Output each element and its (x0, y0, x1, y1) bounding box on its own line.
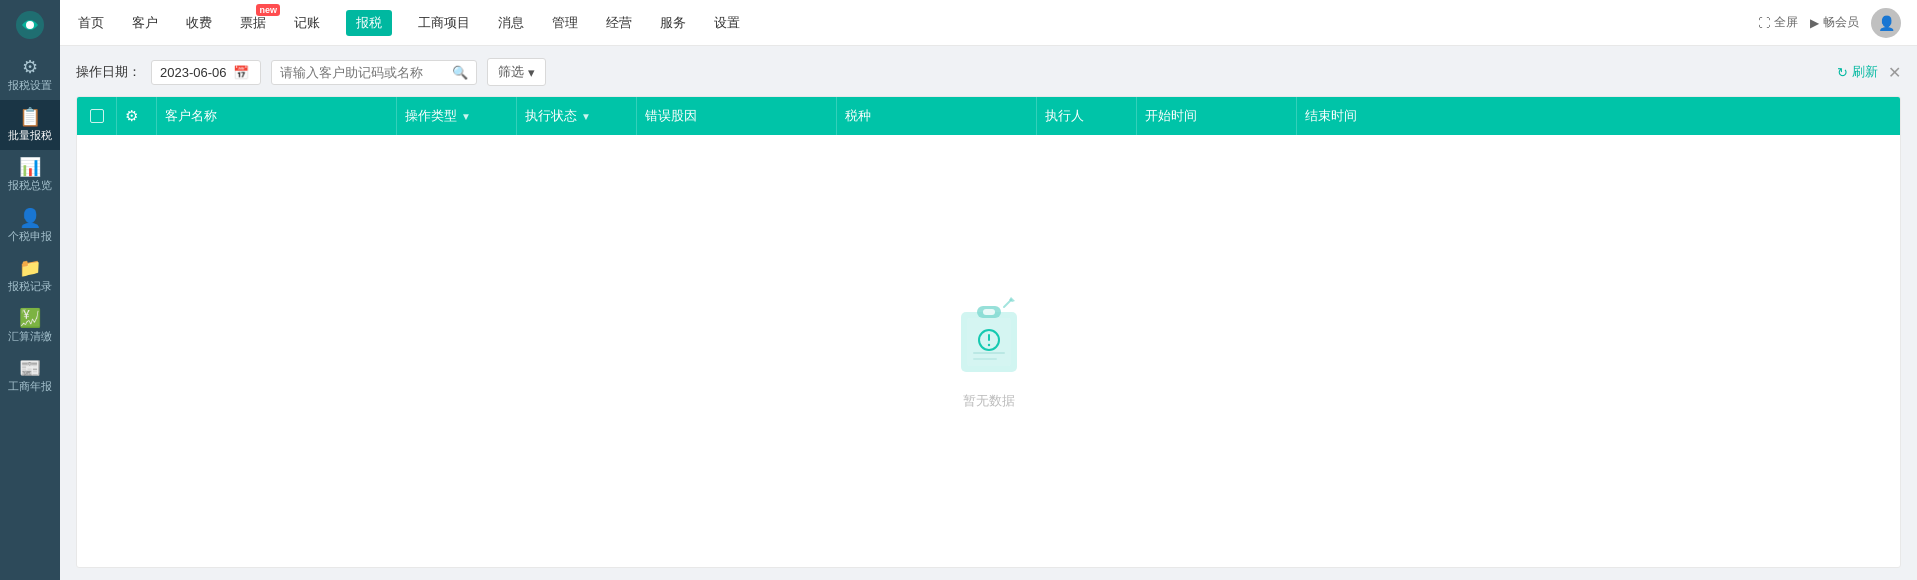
toolbar-right: ↻ 刷新 ✕ (1837, 63, 1901, 82)
gear-icon[interactable]: ⚙ (125, 107, 138, 125)
refresh-button[interactable]: ↻ 刷新 (1837, 63, 1878, 81)
table-header: ⚙ 客户名称 操作类型 ▼ 执行状态 ▼ 错误股因 (77, 97, 1900, 135)
annual-report-icon: 📰 (19, 359, 41, 377)
sidebar-item-label: 报税总览 (8, 179, 52, 192)
sidebar: ⚙ 报税设置 📋 批量报税 📊 报税总览 👤 个税申报 📁 报税记录 💹 汇算清… (0, 0, 60, 580)
col-error-reason: 错误股因 (637, 97, 837, 135)
nav-business[interactable]: 工商项目 (416, 10, 472, 36)
personal-tax-icon: 👤 (19, 209, 41, 227)
fullscreen-btn[interactable]: ⛶ 全屏 (1758, 14, 1798, 31)
topnav-left: 首页 客户 收费 票据 new 记账 报税 工商项目 消息 管理 经营 服务 设… (76, 10, 742, 36)
sidebar-item-tax-records[interactable]: 📁 报税记录 (0, 251, 60, 301)
calendar-icon: 📅 (233, 65, 249, 80)
empty-state: 暂无数据 (949, 292, 1029, 410)
sidebar-item-label: 报税设置 (8, 79, 52, 92)
close-button[interactable]: ✕ (1888, 63, 1901, 82)
settlement-icon: 💹 (19, 309, 41, 327)
sidebar-item-personal-tax[interactable]: 👤 个税申报 (0, 201, 60, 251)
col-start-time: 开始时间 (1137, 97, 1297, 135)
nav-client[interactable]: 客户 (130, 10, 160, 36)
nav-invoice[interactable]: 票据 new (238, 10, 268, 36)
topnav-right: ⛶ 全屏 ▶ 畅会员 👤 (1758, 8, 1901, 38)
date-value: 2023-06-06 (160, 65, 227, 80)
chevron-down-icon: ▾ (528, 65, 535, 80)
sort-icon: ▼ (581, 111, 591, 122)
header-checkbox[interactable] (90, 109, 104, 123)
search-input[interactable] (280, 65, 448, 80)
avatar-icon: 👤 (1878, 15, 1895, 31)
table-body: 暂无数据 (77, 135, 1900, 567)
svg-rect-5 (983, 309, 995, 315)
sidebar-item-settlement[interactable]: 💹 汇算清缴 (0, 301, 60, 351)
svg-point-1 (26, 21, 34, 29)
sidebar-item-label: 个税申报 (8, 230, 52, 243)
tax-records-icon: 📁 (19, 259, 41, 277)
sidebar-item-tax-settings[interactable]: ⚙ 报税设置 (0, 50, 60, 100)
nav-settings[interactable]: 设置 (712, 10, 742, 36)
sidebar-item-batch-tax[interactable]: 📋 批量报税 (0, 100, 60, 150)
sidebar-item-label: 汇算清缴 (8, 330, 52, 343)
svg-line-9 (1004, 300, 1011, 307)
batch-tax-icon: 📋 (19, 108, 41, 126)
sort-icon: ▼ (461, 111, 471, 122)
sidebar-item-label: 报税记录 (8, 280, 52, 293)
nav-service[interactable]: 服务 (658, 10, 688, 36)
sidebar-item-tax-overview[interactable]: 📊 报税总览 (0, 150, 60, 200)
fullscreen-icon: ⛶ (1758, 16, 1770, 30)
col-exec-status[interactable]: 执行状态 ▼ (517, 97, 637, 135)
member-btn[interactable]: ▶ 畅会员 (1810, 14, 1859, 31)
sidebar-item-label: 批量报税 (8, 129, 52, 142)
filter-label: 筛选 (498, 63, 524, 81)
col-end-time: 结束时间 (1297, 97, 1437, 135)
content-area: 操作日期： 2023-06-06 📅 🔍 筛选 ▾ ↻ 刷新 (60, 46, 1917, 580)
empty-illustration (949, 292, 1029, 382)
tax-overview-icon: 📊 (19, 158, 41, 176)
col-client-name: 客户名称 (157, 97, 397, 135)
nav-finance[interactable]: 经营 (604, 10, 634, 36)
nav-fee[interactable]: 收费 (184, 10, 214, 36)
table-container: ⚙ 客户名称 操作类型 ▼ 执行状态 ▼ 错误股因 (76, 96, 1901, 568)
date-label: 操作日期： (76, 63, 141, 81)
avatar[interactable]: 👤 (1871, 8, 1901, 38)
search-icon: 🔍 (452, 65, 468, 80)
svg-rect-7 (988, 334, 990, 341)
search-box[interactable]: 🔍 (271, 60, 477, 85)
nav-message[interactable]: 消息 (496, 10, 526, 36)
nav-account[interactable]: 记账 (292, 10, 322, 36)
nav-home[interactable]: 首页 (76, 10, 106, 36)
refresh-label: 刷新 (1852, 63, 1878, 81)
svg-rect-12 (973, 358, 997, 360)
new-badge: new (256, 4, 280, 16)
sidebar-logo (0, 0, 60, 50)
tax-settings-icon: ⚙ (22, 58, 38, 76)
col-executor: 执行人 (1037, 97, 1137, 135)
col-checkbox[interactable] (77, 97, 117, 135)
svg-rect-11 (973, 352, 1005, 354)
member-label: 畅会员 (1823, 14, 1859, 31)
col-tax-type: 税种 (837, 97, 1037, 135)
main-area: 首页 客户 收费 票据 new 记账 报税 工商项目 消息 管理 经营 服务 设… (60, 0, 1917, 580)
nav-manage[interactable]: 管理 (550, 10, 580, 36)
sidebar-item-label: 工商年报 (8, 380, 52, 393)
nav-tax[interactable]: 报税 (346, 10, 392, 36)
fullscreen-label: 全屏 (1774, 14, 1798, 31)
svg-point-8 (987, 344, 989, 346)
sidebar-item-annual-report[interactable]: 📰 工商年报 (0, 351, 60, 401)
content-main: 操作日期： 2023-06-06 📅 🔍 筛选 ▾ ↻ 刷新 (60, 46, 1917, 580)
col-op-type[interactable]: 操作类型 ▼ (397, 97, 517, 135)
date-input[interactable]: 2023-06-06 📅 (151, 60, 261, 85)
topnav: 首页 客户 收费 票据 new 记账 报税 工商项目 消息 管理 经营 服务 设… (60, 0, 1917, 46)
refresh-icon: ↻ (1837, 65, 1848, 80)
filter-button[interactable]: 筛选 ▾ (487, 58, 546, 86)
video-icon: ▶ (1810, 16, 1819, 30)
empty-text: 暂无数据 (963, 392, 1015, 410)
col-gear[interactable]: ⚙ (117, 97, 157, 135)
toolbar: 操作日期： 2023-06-06 📅 🔍 筛选 ▾ ↻ 刷新 (76, 58, 1901, 86)
